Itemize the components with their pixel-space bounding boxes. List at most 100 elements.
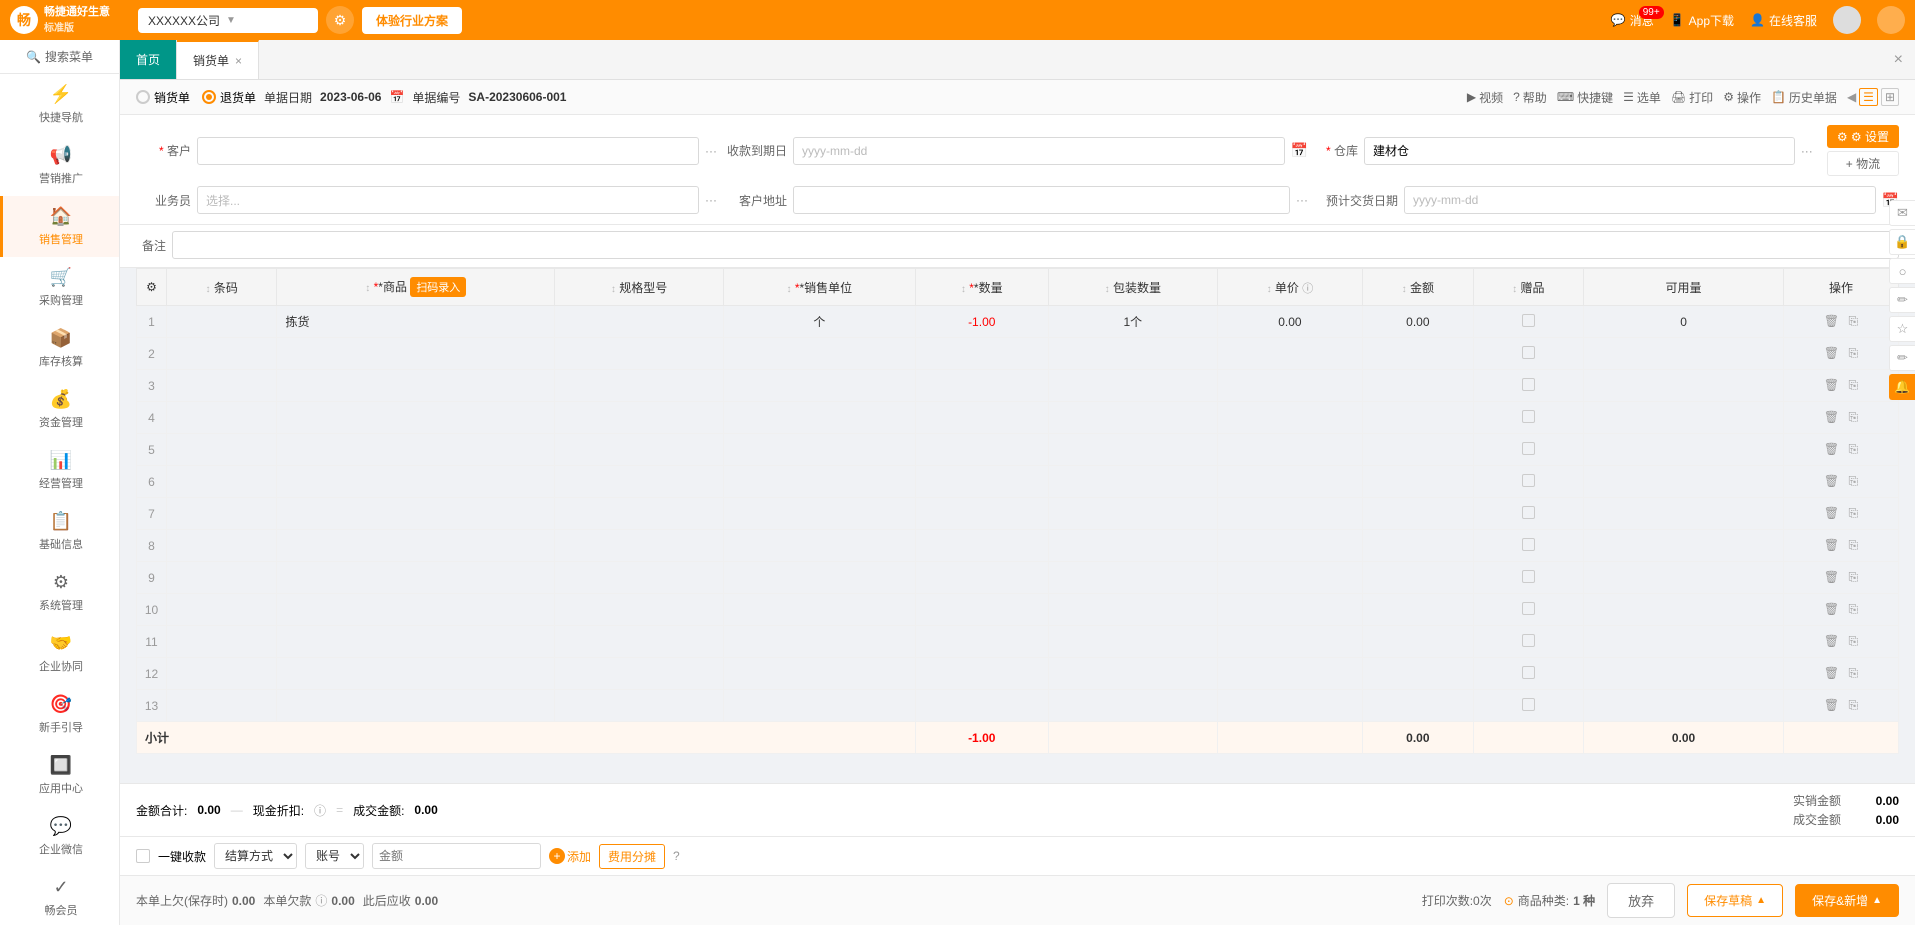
salesperson-input[interactable]: 选择...: [197, 186, 699, 214]
gift-checkbox[interactable]: [1522, 346, 1535, 359]
row-unit-price[interactable]: [1217, 626, 1362, 658]
row-unit[interactable]: [724, 690, 916, 722]
row-amount[interactable]: [1363, 338, 1473, 370]
radio-return[interactable]: 退货单: [202, 89, 256, 106]
row-barcode[interactable]: [167, 338, 277, 370]
operate-btn[interactable]: ⚙ 操作: [1723, 89, 1761, 106]
row-product[interactable]: 拣货: [277, 306, 555, 338]
sidebar-item-quick-nav[interactable]: ⚡ 快捷导航: [0, 74, 119, 135]
row-amount[interactable]: [1363, 370, 1473, 402]
row-quantity[interactable]: [915, 370, 1048, 402]
row-gift[interactable]: [1473, 690, 1583, 722]
sidebar-item-inventory[interactable]: 📦 库存核算: [0, 318, 119, 379]
delete-icon[interactable]: 🗑: [1824, 346, 1839, 360]
tab-close-icon[interactable]: ×: [235, 54, 242, 68]
gift-checkbox[interactable]: [1522, 634, 1535, 647]
delete-icon[interactable]: 🗑: [1824, 442, 1839, 456]
sidebar-item-wechat[interactable]: 💬 企业微信: [0, 806, 119, 867]
trial-btn[interactable]: 体验行业方案: [362, 7, 462, 34]
row-spec[interactable]: [555, 466, 724, 498]
row-unit[interactable]: [724, 466, 916, 498]
row-barcode[interactable]: [167, 690, 277, 722]
gift-checkbox[interactable]: [1522, 570, 1535, 583]
row-quantity[interactable]: -1.00: [915, 306, 1048, 338]
row-unit-price[interactable]: [1217, 562, 1362, 594]
logistics-btn[interactable]: + 物流: [1827, 151, 1899, 176]
row-unit[interactable]: [724, 530, 916, 562]
customer-input[interactable]: [197, 137, 699, 165]
sidebar-item-apps[interactable]: 🔲 应用中心: [0, 745, 119, 806]
grid-view-icon[interactable]: ⊞: [1881, 88, 1899, 106]
row-barcode[interactable]: [167, 626, 277, 658]
history-btn[interactable]: 📋 历史单据: [1771, 89, 1837, 106]
sidebar-item-finance[interactable]: 💰 资金管理: [0, 379, 119, 440]
row-unit[interactable]: [724, 626, 916, 658]
row-product[interactable]: [277, 562, 555, 594]
salesperson-dots[interactable]: ···: [705, 193, 717, 207]
row-gift[interactable]: [1473, 466, 1583, 498]
copy-icon[interactable]: ⎘: [1849, 634, 1859, 648]
copy-icon[interactable]: ⎘: [1849, 474, 1859, 488]
address-dots[interactable]: ···: [1296, 193, 1308, 207]
row-barcode[interactable]: [167, 658, 277, 690]
rsf-btn-1[interactable]: ✉: [1889, 200, 1915, 226]
row-barcode[interactable]: [167, 306, 277, 338]
calc-method-select[interactable]: 结算方式: [214, 843, 297, 869]
row-amount[interactable]: [1363, 658, 1473, 690]
copy-icon[interactable]: ⎘: [1849, 538, 1859, 552]
row-pack-qty[interactable]: [1048, 466, 1217, 498]
delete-icon[interactable]: 🗑: [1824, 634, 1839, 648]
row-product[interactable]: [277, 690, 555, 722]
row-unit[interactable]: [724, 562, 916, 594]
row-spec[interactable]: [555, 434, 724, 466]
row-amount[interactable]: [1363, 402, 1473, 434]
delete-icon[interactable]: 🗑: [1824, 538, 1839, 552]
settings-btn[interactable]: ⚙ ⚙ 设置: [1827, 125, 1899, 148]
sidebar-item-enterprise[interactable]: 🤝 企业协同: [0, 623, 119, 684]
row-product[interactable]: [277, 402, 555, 434]
gift-checkbox[interactable]: [1522, 474, 1535, 487]
gift-checkbox[interactable]: [1522, 666, 1535, 679]
account-select[interactable]: 账号: [305, 843, 364, 869]
sidebar-item-sales[interactable]: 🏠 销售管理: [0, 196, 119, 257]
message-btn[interactable]: 💬 消息 99+: [1611, 12, 1654, 29]
gift-checkbox[interactable]: [1522, 442, 1535, 455]
col-settings[interactable]: ⚙: [137, 269, 167, 306]
abandon-btn[interactable]: 放弃: [1607, 883, 1675, 918]
row-product[interactable]: [277, 626, 555, 658]
row-barcode[interactable]: [167, 594, 277, 626]
row-unit-price[interactable]: [1217, 530, 1362, 562]
row-spec[interactable]: [555, 690, 724, 722]
row-pack-qty[interactable]: [1048, 402, 1217, 434]
row-pack-qty[interactable]: [1048, 562, 1217, 594]
customer-address-input[interactable]: [793, 186, 1290, 214]
gift-checkbox[interactable]: [1522, 314, 1535, 327]
row-pack-qty[interactable]: [1048, 530, 1217, 562]
row-unit[interactable]: [724, 370, 916, 402]
amount-input[interactable]: [372, 843, 541, 869]
delete-icon[interactable]: 🗑: [1824, 602, 1839, 616]
add-payment-btn[interactable]: + 添加: [549, 848, 591, 865]
row-quantity[interactable]: [915, 402, 1048, 434]
scan-btn[interactable]: 扫码录入: [410, 277, 466, 297]
row-pack-qty[interactable]: [1048, 658, 1217, 690]
row-product[interactable]: [277, 658, 555, 690]
calendar-icon[interactable]: 📅: [389, 90, 404, 104]
delete-icon[interactable]: 🗑: [1824, 474, 1839, 488]
row-gift[interactable]: [1473, 338, 1583, 370]
save-new-btn[interactable]: 保存&新增 ▲: [1795, 884, 1899, 917]
gift-checkbox[interactable]: [1522, 410, 1535, 423]
rsf-btn-7[interactable]: 🔔: [1889, 374, 1915, 400]
copy-icon[interactable]: ⎘: [1849, 442, 1859, 456]
online-support-btn[interactable]: 👤 在线客服: [1750, 12, 1817, 29]
row-pack-qty[interactable]: [1048, 690, 1217, 722]
delete-icon[interactable]: 🗑: [1824, 314, 1839, 328]
row-gift[interactable]: [1473, 306, 1583, 338]
delete-icon[interactable]: 🗑: [1824, 378, 1839, 392]
rsf-btn-3[interactable]: ○: [1889, 258, 1915, 284]
company-selector[interactable]: XXXXXX公司 ▼: [138, 8, 318, 33]
row-barcode[interactable]: [167, 402, 277, 434]
row-barcode[interactable]: [167, 434, 277, 466]
row-amount[interactable]: [1363, 530, 1473, 562]
row-quantity[interactable]: [915, 626, 1048, 658]
